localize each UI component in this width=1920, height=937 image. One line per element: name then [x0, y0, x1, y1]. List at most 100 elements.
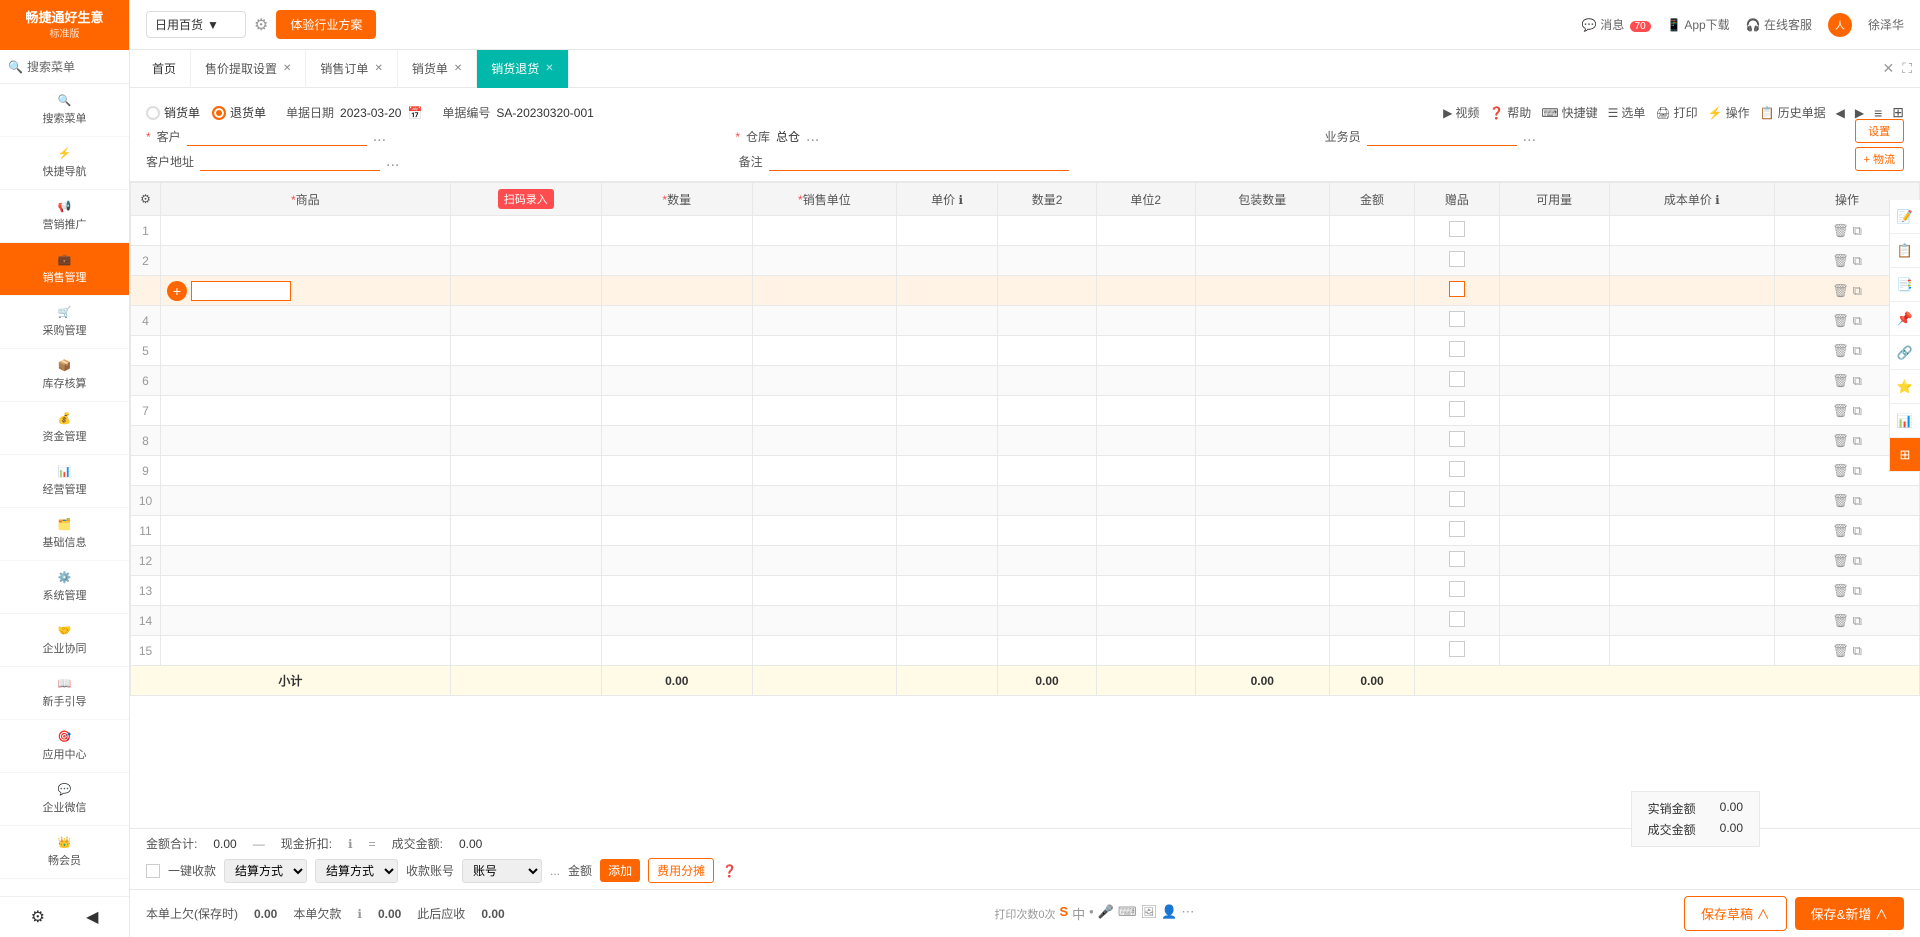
row-unit2-9[interactable] [1096, 486, 1195, 516]
delete-row-button-8[interactable]: 🗑 [1832, 463, 1849, 479]
row-unit2-13[interactable] [1096, 606, 1195, 636]
row-qty-0[interactable] [601, 216, 752, 246]
row-unit-13[interactable] [752, 606, 896, 636]
rt-item-2[interactable]: 📋 [1890, 234, 1920, 268]
row-unit-6[interactable] [752, 396, 896, 426]
delete-row-button-11[interactable]: 🗑 [1832, 553, 1849, 569]
row-unit-0[interactable] [752, 216, 896, 246]
copy-row-button-9[interactable]: ⧉ [1853, 493, 1862, 509]
trial-button[interactable]: 体验行业方案 [276, 10, 376, 39]
maximize-tab-button[interactable]: ⛶ [1902, 60, 1912, 77]
row-avail-2[interactable] [1499, 276, 1609, 306]
row-avail-11[interactable] [1499, 546, 1609, 576]
industry-select[interactable]: 日用百货 ▼ [146, 11, 246, 38]
settle-method-select[interactable]: 结算方式 [224, 859, 307, 883]
row-qty-14[interactable] [601, 636, 752, 666]
row-qty2-0[interactable] [998, 216, 1097, 246]
sidebar-item-basic[interactable]: 🗂️ 基础信息 [0, 508, 129, 561]
add-row-button[interactable]: + [167, 281, 187, 301]
sidebar-item-cooperation[interactable]: 🤝 企业协同 [0, 614, 129, 667]
row-avail-0[interactable] [1499, 216, 1609, 246]
operate-action[interactable]: ⚡ 操作 [1708, 104, 1750, 121]
row-qty-11[interactable] [601, 546, 752, 576]
row-gift-12[interactable] [1414, 576, 1499, 606]
row-cost-2[interactable] [1609, 276, 1775, 306]
sidebar-item-search[interactable]: 🔍 搜索菜单 [0, 84, 129, 137]
delete-row-button-6[interactable]: 🗑 [1832, 403, 1849, 419]
row-pkgqty-0[interactable] [1195, 216, 1330, 246]
row-qty-4[interactable] [601, 336, 752, 366]
delete-row-button-13[interactable]: 🗑 [1832, 613, 1849, 629]
row-product-1[interactable] [161, 246, 451, 276]
row-unit-4[interactable] [752, 336, 896, 366]
row-product-2[interactable]: + [161, 276, 451, 306]
row-cost-5[interactable] [1609, 366, 1775, 396]
row-avail-5[interactable] [1499, 366, 1609, 396]
fee-split-button[interactable]: 费用分摊 [648, 858, 714, 883]
row-price-2[interactable] [897, 276, 998, 306]
row-product-5[interactable] [161, 366, 451, 396]
calendar-icon[interactable]: 📅 [407, 106, 422, 120]
copy-row-button-1[interactable]: ⧉ [1853, 253, 1862, 269]
row-pkgqty-10[interactable] [1195, 516, 1330, 546]
row-pkgqty-7[interactable] [1195, 426, 1330, 456]
sidebar-item-shortcut[interactable]: ⚡ 快捷导航 [0, 137, 129, 190]
account-dots-icon[interactable]: ... [550, 864, 560, 878]
row-unit2-7[interactable] [1096, 426, 1195, 456]
row-avail-10[interactable] [1499, 516, 1609, 546]
online-service-btn[interactable]: 🎧 在线客服 [1746, 16, 1812, 33]
row-product-8[interactable] [161, 456, 451, 486]
copy-row-button-0[interactable]: ⧉ [1853, 223, 1862, 239]
settings-icon[interactable]: ⚙ [31, 907, 45, 927]
sidebar-item-member[interactable]: 👑 畅会员 [0, 826, 129, 879]
radio-sales[interactable]: 销货单 [146, 104, 200, 121]
row-amount-11[interactable] [1330, 546, 1415, 576]
row-price-14[interactable] [897, 636, 998, 666]
rt-item-7[interactable]: 📊 [1890, 404, 1920, 438]
row-unit-2[interactable] [752, 276, 896, 306]
row-gift-4[interactable] [1414, 336, 1499, 366]
row-cost-10[interactable] [1609, 516, 1775, 546]
row-amount-8[interactable] [1330, 456, 1415, 486]
row-qty2-6[interactable] [998, 396, 1097, 426]
copy-row-button-12[interactable]: ⧉ [1853, 583, 1862, 599]
gift-checkbox-4[interactable] [1449, 341, 1465, 357]
app-download-btn[interactable]: 📱 App下载 [1667, 16, 1730, 33]
row-pkgqty-12[interactable] [1195, 576, 1330, 606]
row-pkgqty-8[interactable] [1195, 456, 1330, 486]
col-gear[interactable]: ⚙ [131, 183, 161, 216]
delete-row-button-3[interactable]: 🗑 [1832, 313, 1849, 329]
row-gift-11[interactable] [1414, 546, 1499, 576]
sidebar-item-inventory[interactable]: 📦 库存核算 [0, 349, 129, 402]
row-cost-7[interactable] [1609, 426, 1775, 456]
one-click-pay-checkbox[interactable] [146, 864, 160, 878]
copy-row-button-7[interactable]: ⧉ [1853, 433, 1862, 449]
scan-input-button[interactable]: 扫码录入 [498, 189, 554, 209]
delete-row-button-4[interactable]: 🗑 [1832, 343, 1849, 359]
row-unit2-14[interactable] [1096, 636, 1195, 666]
copy-row-button-11[interactable]: ⧉ [1853, 553, 1862, 569]
row-avail-6[interactable] [1499, 396, 1609, 426]
row-cost-12[interactable] [1609, 576, 1775, 606]
row-unit2-5[interactable] [1096, 366, 1195, 396]
settings-gear-icon[interactable]: ⚙ [254, 15, 268, 35]
copy-row-button-4[interactable]: ⧉ [1853, 343, 1862, 359]
row-cost-11[interactable] [1609, 546, 1775, 576]
row-price-12[interactable] [897, 576, 998, 606]
row-avail-12[interactable] [1499, 576, 1609, 606]
row-avail-7[interactable] [1499, 426, 1609, 456]
row-qty-5[interactable] [601, 366, 752, 396]
gift-checkbox-7[interactable] [1449, 431, 1465, 447]
row-unit2-2[interactable] [1096, 276, 1195, 306]
tab-close-1[interactable]: ✕ [283, 63, 291, 74]
gift-checkbox-11[interactable] [1449, 551, 1465, 567]
row-unit-10[interactable] [752, 516, 896, 546]
add-fee-button[interactable]: 添加 [600, 859, 640, 882]
row-cost-0[interactable] [1609, 216, 1775, 246]
row-cost-3[interactable] [1609, 306, 1775, 336]
row-qty-9[interactable] [601, 486, 752, 516]
row-pkgqty-2[interactable] [1195, 276, 1330, 306]
sidebar-item-marketing[interactable]: 📢 营销推广 [0, 190, 129, 243]
row-pkgqty-14[interactable] [1195, 636, 1330, 666]
sidebar-item-finance[interactable]: 💰 资金管理 [0, 402, 129, 455]
